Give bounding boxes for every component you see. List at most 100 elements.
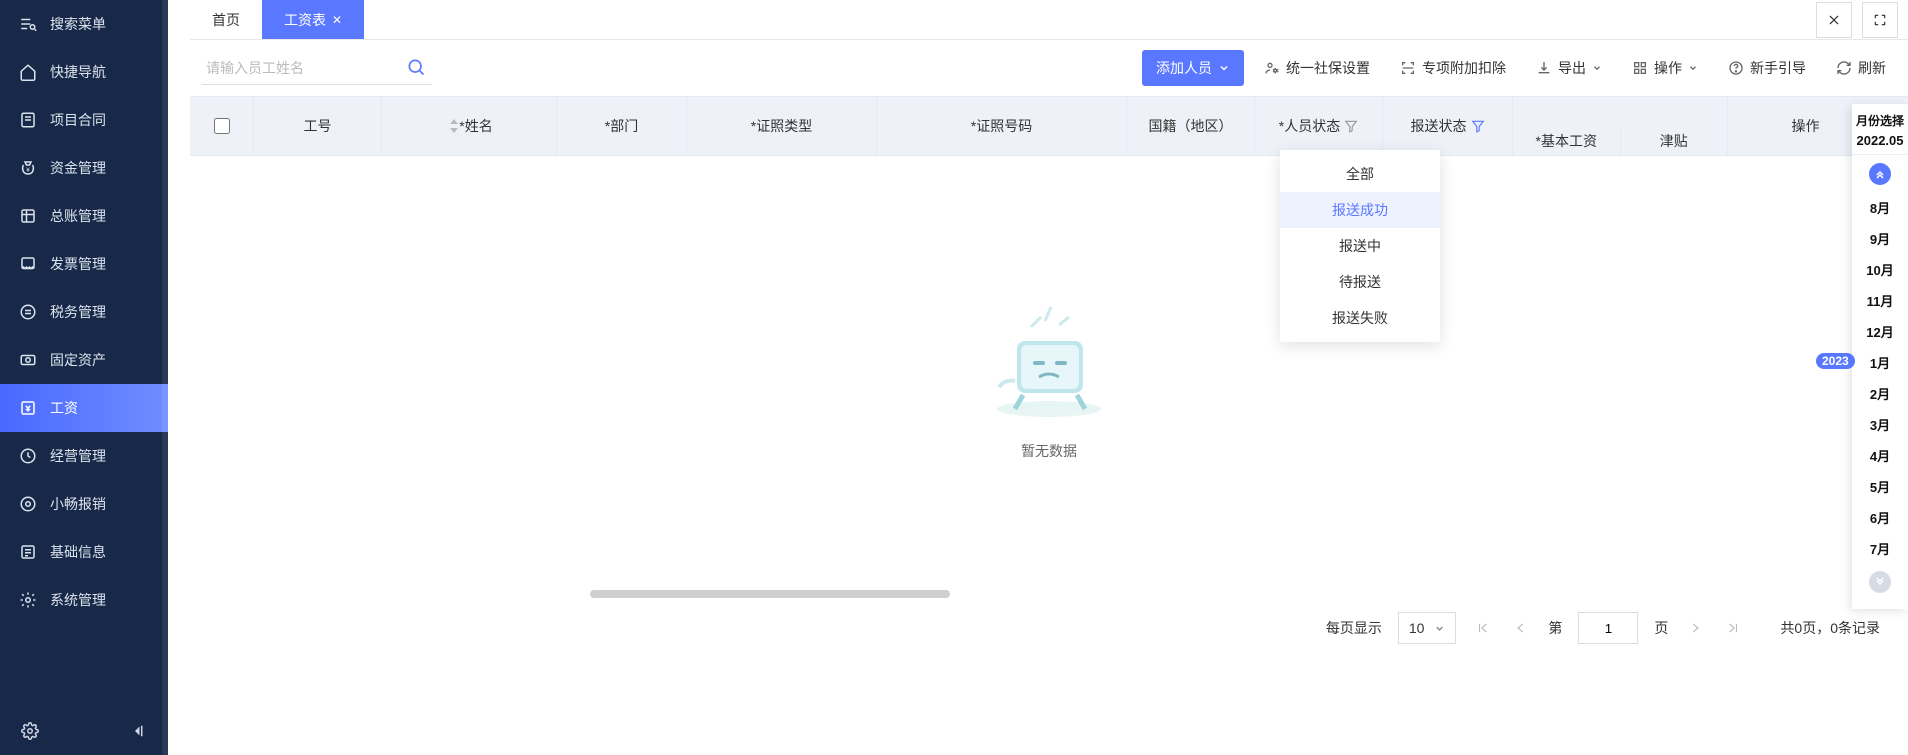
sidebar-item-label: 系统管理 [50,590,106,610]
sidebar-item-system[interactable]: 系统管理 [0,576,168,624]
refresh-link[interactable]: 刷新 [1826,58,1896,78]
button-label: 添加人员 [1156,58,1212,78]
sidebar-item-asset[interactable]: 固定资产 [0,336,168,384]
prev-page-button[interactable] [1510,621,1532,635]
sidebar-item-label: 经营管理 [50,446,106,466]
month-scroll-up[interactable] [1869,163,1891,185]
contract-icon [18,110,38,130]
filter-icon[interactable] [1344,119,1358,133]
close-window-button[interactable] [1816,2,1852,38]
guide-link[interactable]: 新手引导 [1718,58,1816,78]
month-current: 2022.05 [1852,133,1908,155]
scrollbar-thumb[interactable] [590,590,950,598]
filter-option-inprogress[interactable]: 报送中 [1280,228,1440,264]
tab-home[interactable]: 首页 [190,0,262,39]
filter-option-success[interactable]: 报送成功 [1280,192,1440,228]
export-link[interactable]: 导出 [1526,58,1612,78]
add-employee-button[interactable]: 添加人员 [1142,50,1244,86]
filter-icon[interactable] [1471,119,1485,133]
month-option[interactable]: 10月 [1852,255,1908,284]
th-cert-no[interactable]: *证照号码 [877,97,1127,155]
sidebar-item-search-menu[interactable]: 搜索菜单 [0,0,168,48]
per-page-select[interactable]: 10 [1398,612,1457,644]
asset-icon [18,350,38,370]
sidebar-item-label: 快捷导航 [50,62,106,82]
last-page-button[interactable] [1722,621,1744,635]
month-option[interactable]: 2月 [1852,379,1908,408]
month-option[interactable]: 8月 [1852,193,1908,222]
filter-option-all[interactable]: 全部 [1280,156,1440,192]
sidebar-item-label: 总账管理 [50,206,106,226]
sort-icon[interactable] [449,119,459,133]
help-icon [1728,60,1744,76]
month-option[interactable]: 3月 [1852,410,1908,439]
ledger-icon [18,206,38,226]
th-report-status[interactable]: 报送状态 [1383,97,1513,155]
filter-option-failed[interactable]: 报送失败 [1280,300,1440,336]
month-panel-title: 月份选择 [1856,110,1904,131]
scan-icon [1400,60,1416,76]
next-page-button[interactable] [1684,621,1706,635]
select-all-checkbox[interactable] [214,118,230,134]
month-option[interactable]: 9月 [1852,224,1908,253]
social-insurance-link[interactable]: 统一社保设置 [1254,58,1380,78]
first-page-button[interactable] [1472,621,1494,635]
month-option[interactable]: 12月 [1852,317,1908,346]
special-deduction-link[interactable]: 专项附加扣除 [1390,58,1516,78]
link-label: 操作 [1654,58,1682,78]
month-option[interactable]: 2023 1月 [1852,348,1908,377]
chevron-down-icon [1592,63,1602,73]
month-option[interactable]: 4月 [1852,441,1908,470]
sidebar-item-label: 税务管理 [50,302,106,322]
operation-icon [18,446,38,466]
month-option[interactable]: 6月 [1852,503,1908,532]
month-option[interactable]: 5月 [1852,472,1908,501]
user-gear-icon [1264,60,1280,76]
table-header-row: 工号 *姓名 *部门 *证照类型 *证照号码 国籍（地区） *人员状态 报送状态… [190,96,1908,156]
month-scroll-down[interactable] [1869,571,1891,593]
sidebar-item-funds[interactable]: ¥ 资金管理 [0,144,168,192]
link-label: 新手引导 [1750,58,1806,78]
th-cert-type[interactable]: *证照类型 [687,97,877,155]
th-allowance[interactable]: 津贴 [1621,126,1728,155]
sidebar: 搜索菜单 快捷导航 项目合同 ¥ 资金管理 总账管理 发票管理 税务管理 固定资… [0,0,168,755]
tab-salary-sheet[interactable]: 工资表 ✕ [262,0,364,39]
sidebar-item-invoice[interactable]: 发票管理 [0,240,168,288]
search-icon[interactable] [406,57,426,77]
th-employee-id[interactable]: 工号 [254,97,382,155]
sidebar-item-reimburse[interactable]: 小畅报销 [0,480,168,528]
sidebar-item-label: 基础信息 [50,542,106,562]
sidebar-item-contract[interactable]: 项目合同 [0,96,168,144]
main-area: 首页 工资表 ✕ 添加人员 统一社保设置 专项附加扣除 [190,0,1908,755]
sidebar-scrollbar[interactable] [162,0,168,755]
fullscreen-button[interactable] [1862,2,1898,38]
th-nationality[interactable]: 国籍（地区） [1127,97,1255,155]
employee-search-input[interactable] [202,51,432,85]
month-selector-panel: 月份选择 2022.05 8月 9月 10月 11月 12月 2023 1月 2… [1852,104,1908,609]
th-person-status[interactable]: *人员状态 [1255,97,1383,155]
collapse-sidebar-icon[interactable] [126,719,150,743]
th-checkbox [190,97,254,155]
sidebar-item-ledger[interactable]: 总账管理 [0,192,168,240]
th-dept[interactable]: *部门 [557,97,687,155]
th-name[interactable]: *姓名 [382,97,557,155]
chevron-down-icon [1688,63,1698,73]
reimburse-icon [18,494,38,514]
table-h-scrollbar[interactable] [190,588,1908,600]
sidebar-item-operation[interactable]: 经营管理 [0,432,168,480]
filter-option-pending[interactable]: 待报送 [1280,264,1440,300]
page-input[interactable] [1578,612,1638,644]
close-icon[interactable]: ✕ [332,13,342,27]
settings-icon[interactable] [18,719,42,743]
per-page-value: 10 [1409,620,1425,636]
month-option[interactable]: 11月 [1852,286,1908,315]
system-icon [18,590,38,610]
th-base-salary[interactable]: *基本工资 [1513,126,1621,155]
operation-link[interactable]: 操作 [1622,58,1708,78]
sidebar-item-salary[interactable]: 工资 [0,384,168,432]
sidebar-item-tax[interactable]: 税务管理 [0,288,168,336]
sidebar-item-quick-nav[interactable]: 快捷导航 [0,48,168,96]
sidebar-item-basic-info[interactable]: 基础信息 [0,528,168,576]
table: 工号 *姓名 *部门 *证照类型 *证照号码 国籍（地区） *人员状态 报送状态… [190,96,1908,600]
month-option[interactable]: 7月 [1852,534,1908,563]
